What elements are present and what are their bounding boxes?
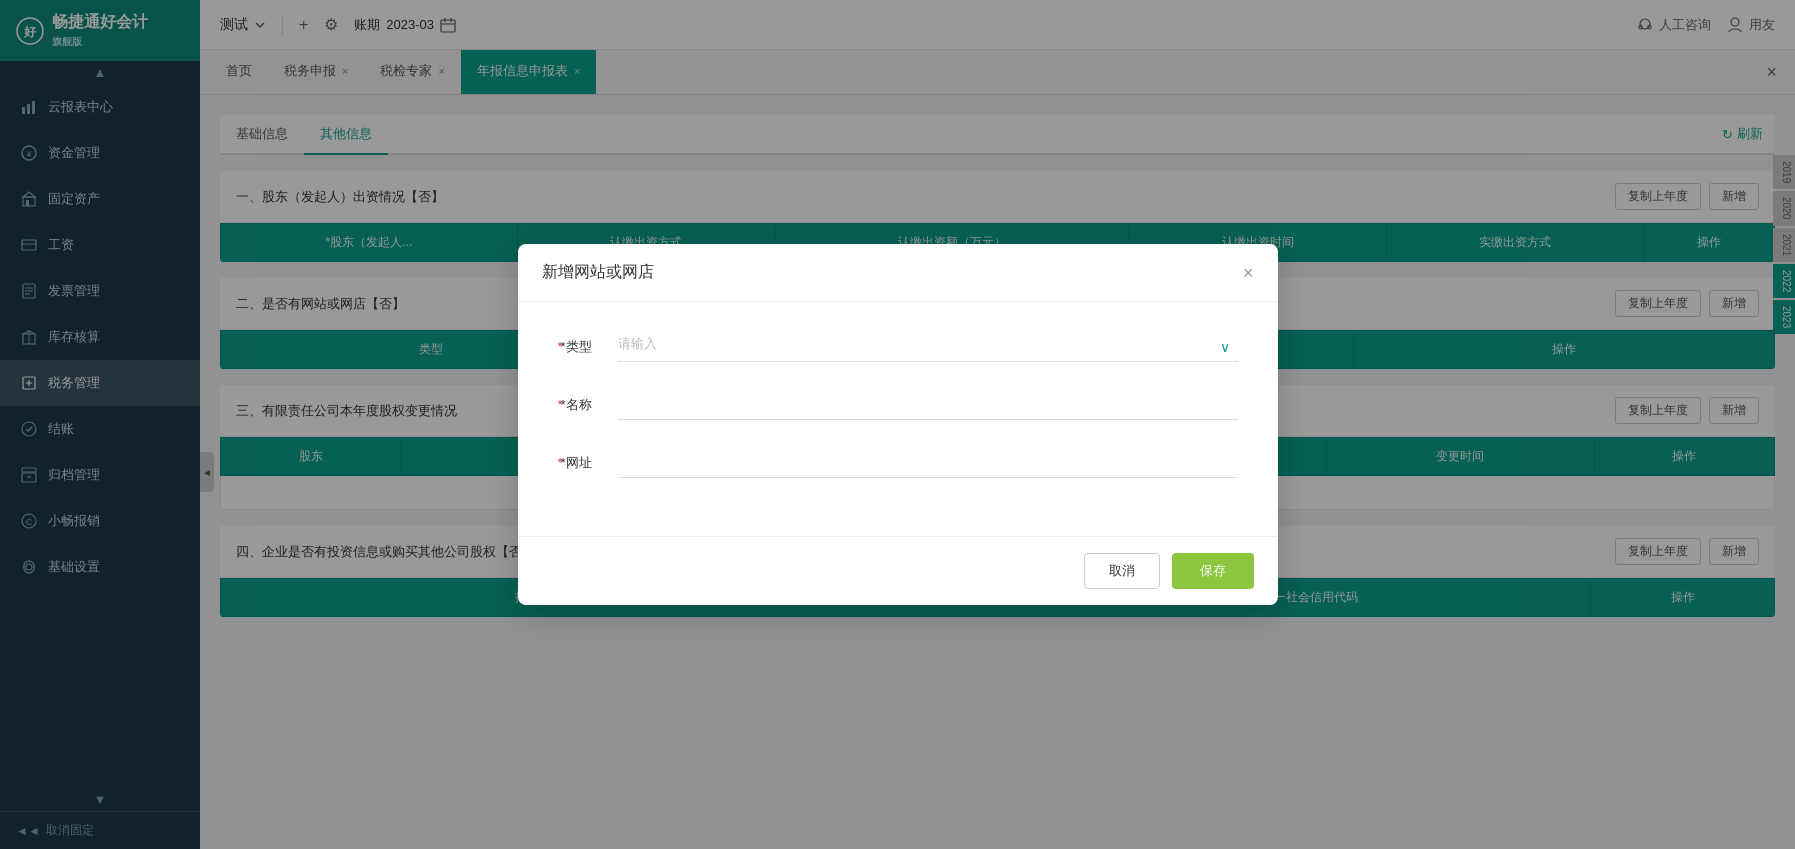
dialog-close-button[interactable]: × — [1243, 264, 1254, 282]
type-input[interactable] — [618, 332, 1238, 355]
name-label: **名称 — [558, 396, 618, 414]
name-input[interactable] — [618, 390, 1238, 413]
url-input[interactable] — [618, 448, 1238, 471]
url-input-wrap — [618, 448, 1238, 478]
dialog-overlay[interactable]: 新增网站或网店 × **类型 ∨ **名称 — [0, 0, 1795, 849]
dialog-footer: 取消 保存 — [518, 536, 1278, 605]
save-button[interactable]: 保存 — [1172, 553, 1254, 589]
form-row-name: **名称 — [558, 390, 1238, 420]
type-label: **类型 — [558, 338, 618, 356]
dialog-body: **类型 ∨ **名称 **网址 — [518, 302, 1278, 536]
cancel-button[interactable]: 取消 — [1084, 553, 1160, 589]
add-website-dialog: 新增网站或网店 × **类型 ∨ **名称 — [518, 244, 1278, 605]
dialog-header: 新增网站或网店 × — [518, 244, 1278, 302]
dialog-title: 新增网站或网店 — [542, 262, 654, 283]
url-label: **网址 — [558, 454, 618, 472]
form-row-type: **类型 ∨ — [558, 332, 1238, 362]
form-row-url: **网址 — [558, 448, 1238, 478]
name-input-wrap — [618, 390, 1238, 420]
type-input-wrap: ∨ — [618, 332, 1238, 362]
